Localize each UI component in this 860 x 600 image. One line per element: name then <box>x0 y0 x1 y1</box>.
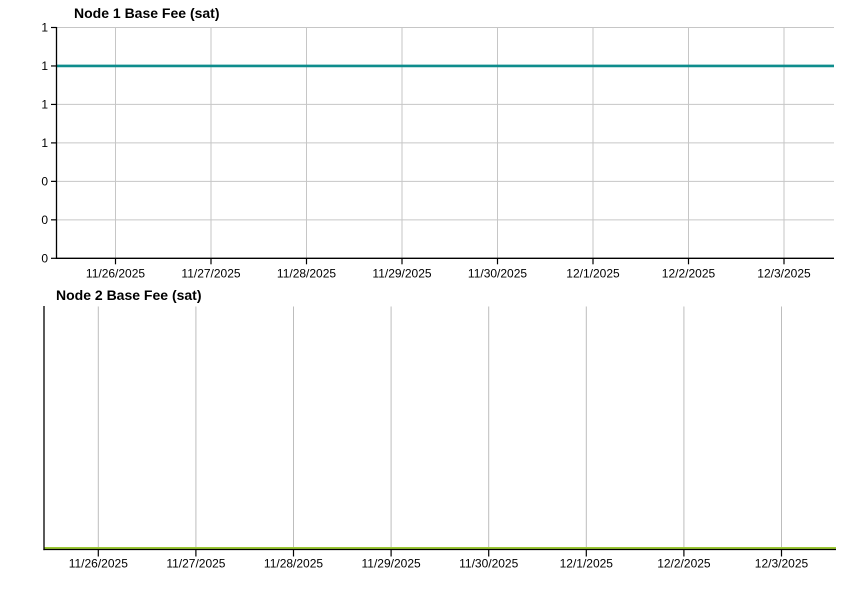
x-tick-label: 12/1/2025 <box>560 557 614 571</box>
y-tick-label: 1 <box>41 98 48 112</box>
x-tick-label: 11/30/2025 <box>468 267 527 281</box>
y-tick-label: 0 <box>41 175 48 189</box>
y-tick-label: 1 <box>41 21 48 35</box>
x-tick-label: 11/29/2025 <box>372 267 431 281</box>
x-tick-label: 11/27/2025 <box>166 557 225 571</box>
x-tick-label: 12/2/2025 <box>657 557 711 571</box>
x-tick-label: 11/26/2025 <box>86 267 145 281</box>
y-tick-label: 1 <box>41 136 48 150</box>
x-tick-label: 11/30/2025 <box>459 557 518 571</box>
chart-node2-base-fee-plot: 11/26/2025 11/27/2025 11/28/2025 11/29/2025… <box>43 306 836 571</box>
x-tick-label: 11/29/2025 <box>362 557 421 571</box>
charts-canvas: 111100011/26/2025 11/27/2025 11/28/2025 11/… <box>41 21 836 571</box>
y-tick-label: 0 <box>41 252 48 266</box>
x-tick-label: 12/3/2025 <box>757 267 811 281</box>
x-tick-label: 11/26/2025 <box>69 557 128 571</box>
y-tick-label: 0 <box>41 213 48 227</box>
x-tick-label: 12/2/2025 <box>662 267 716 281</box>
y-tick-label: 1 <box>41 59 48 73</box>
x-tick-label: 11/28/2025 <box>277 267 336 281</box>
chart-node1-base-fee-plot: 1 1 1 1 0 0 0 11/26/2025 11/27/2025 11/28/2025 11/… <box>41 21 834 281</box>
x-tick-label: 11/28/2025 <box>264 557 323 571</box>
charts-page: Node 1 Base Fee (sat) Node 2 Base Fee (s… <box>0 0 860 600</box>
x-tick-label: 12/3/2025 <box>755 557 809 571</box>
x-tick-label: 11/27/2025 <box>181 267 240 281</box>
x-tick-label: 12/1/2025 <box>566 267 620 281</box>
